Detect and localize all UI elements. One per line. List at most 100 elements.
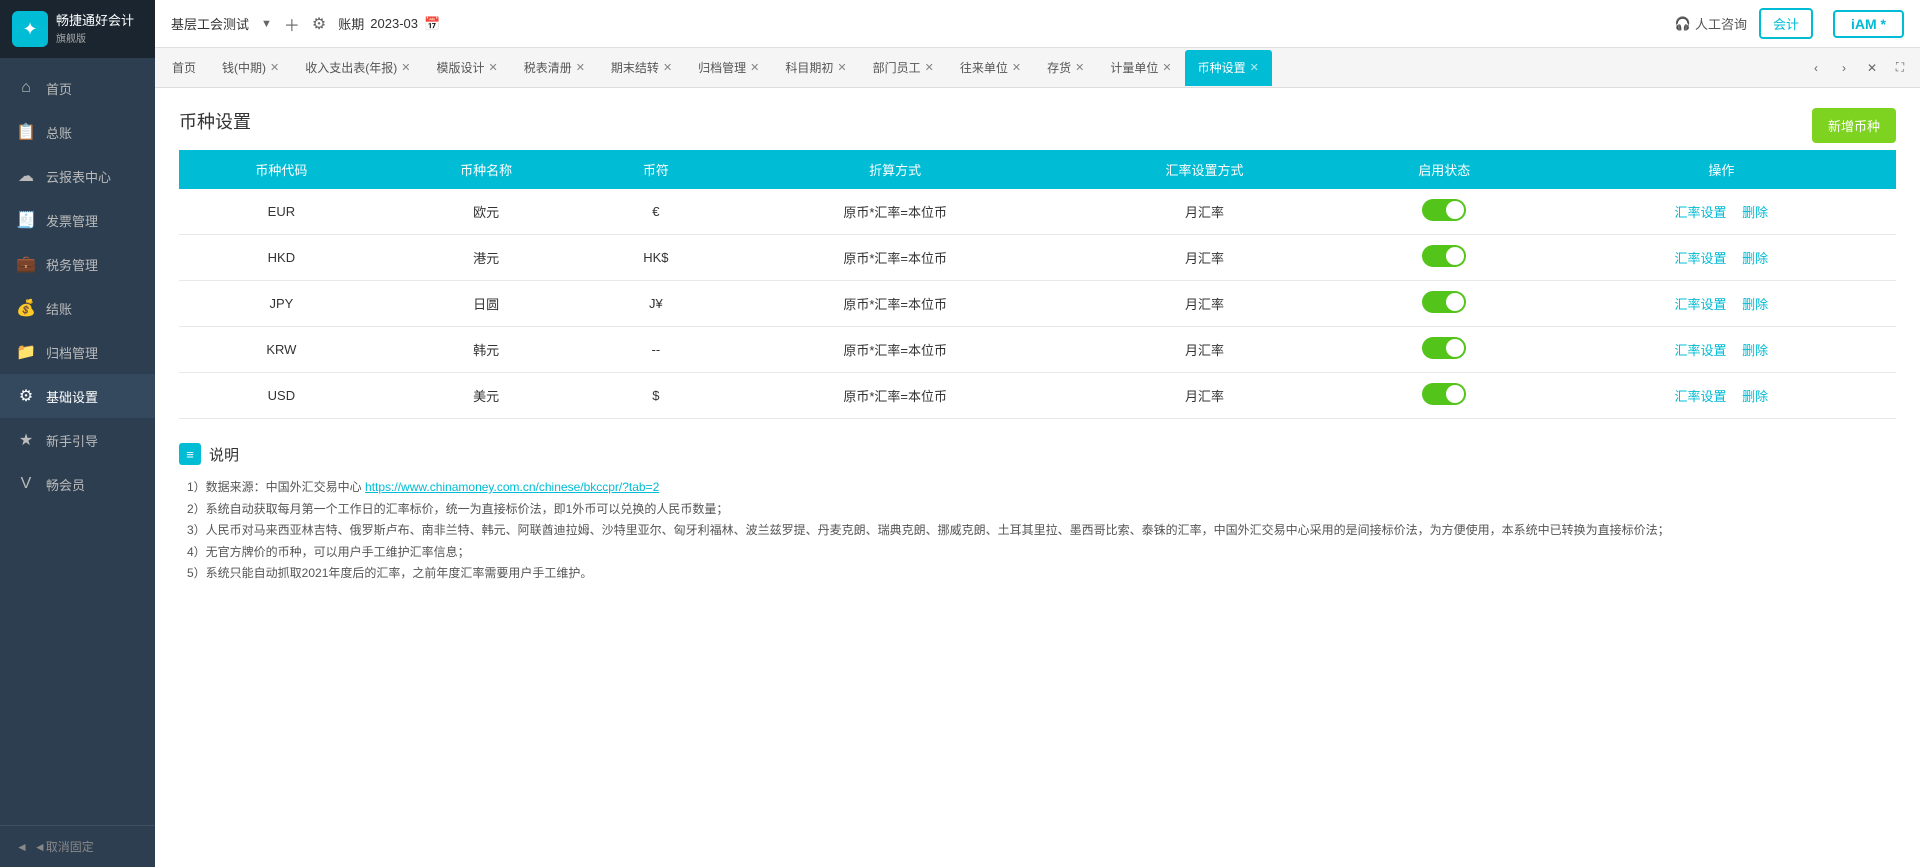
toggle-switch[interactable] (1422, 245, 1466, 267)
note-list: 1）数据来源：中国外汇交易中心 https://www.chinamoney.c… (179, 477, 1896, 585)
tab-close-template[interactable]: ✕ (488, 61, 497, 74)
cell-rate-type: 月汇率 (1067, 373, 1342, 419)
tab-template[interactable]: 模版设计 ✕ (423, 50, 510, 86)
guide-icon: ★ (16, 430, 36, 450)
sidebar-item-invoice[interactable]: 🧾 发票管理 (0, 198, 155, 242)
cell-symbol: HK$ (589, 235, 724, 281)
headset-icon: 🎧 (1675, 16, 1691, 32)
tab-close-all-btn[interactable]: ✕ (1860, 56, 1884, 80)
cell-symbol: $ (589, 373, 724, 419)
tab-partners[interactable]: 往来单位 ✕ (947, 50, 1034, 86)
col-status: 启用状态 (1342, 150, 1547, 189)
toggle-knob (1446, 339, 1464, 357)
topbar: 基层工会测试 ▼ ＋ ⚙ 账期 2023-03 📅 🎧 人工咨询 会计 iAM … (155, 0, 1920, 48)
cell-rate-type: 月汇率 (1067, 327, 1342, 373)
sidebar-item-guide[interactable]: ★ 新手引导 (0, 418, 155, 462)
tab-prev-btn[interactable]: ‹ (1804, 56, 1828, 80)
new-currency-btn[interactable]: 新增币种 (1812, 108, 1896, 143)
note-title: ≡ 说明 (179, 443, 1896, 465)
sidebar-item-archive[interactable]: 📁 归档管理 (0, 330, 155, 374)
delete-link[interactable]: 删除 (1742, 205, 1768, 220)
tab-dept[interactable]: 部门员工 ✕ (860, 50, 947, 86)
cell-name: 韩元 (384, 327, 589, 373)
tab-close-archivemgr[interactable]: ✕ (750, 61, 759, 74)
sidebar-logo: ✦ 畅捷通好会计 旗舰版 (0, 0, 155, 58)
sidebar-pin-toggle[interactable]: ◄ ◄取消固定 (0, 825, 155, 867)
table-row: EUR 欧元 € 原币*汇率=本位币 月汇率 汇率设置 删除 (179, 189, 1896, 235)
tab-period-end[interactable]: 期末结转 ✕ (598, 50, 685, 86)
account-btn[interactable]: 会计 (1759, 8, 1813, 39)
tab-close-taxclear[interactable]: ✕ (576, 61, 585, 74)
tab-budget[interactable]: 钱(中期) ✕ (209, 50, 292, 86)
sidebar-item-reports[interactable]: ☁ 云报表中心 (0, 154, 155, 198)
sidebar-item-ledger[interactable]: 📋 总账 (0, 110, 155, 154)
support-btn[interactable]: 🎧 人工咨询 (1675, 14, 1747, 33)
table-row: KRW 韩元 -- 原币*汇率=本位币 月汇率 汇率设置 删除 (179, 327, 1896, 373)
delete-link[interactable]: 删除 (1742, 389, 1768, 404)
tab-home[interactable]: 首页 (159, 50, 209, 86)
delete-link[interactable]: 删除 (1742, 251, 1768, 266)
col-rate-type: 汇率设置方式 (1067, 150, 1342, 189)
checkout-icon: 💰 (16, 298, 36, 318)
calendar-icon[interactable]: 📅 (424, 16, 440, 32)
cell-method: 原币*汇率=本位币 (723, 373, 1067, 419)
note-link[interactable]: https://www.chinamoney.com.cn/chinese/bk… (365, 480, 659, 494)
rate-setting-link[interactable]: 汇率设置 (1675, 389, 1727, 404)
tab-close-income[interactable]: ✕ (401, 61, 410, 74)
period-label: 账期 2023-03 📅 (338, 14, 440, 33)
add-tab-btn[interactable]: ＋ (284, 12, 300, 36)
tab-close-currency[interactable]: ✕ (1250, 61, 1259, 74)
tab-archivemgr[interactable]: 归档管理 ✕ (685, 50, 772, 86)
rate-setting-link[interactable]: 汇率设置 (1675, 251, 1727, 266)
tab-expand-btn[interactable]: ⛶ (1888, 56, 1912, 80)
tab-close-stock[interactable]: ✕ (1075, 61, 1084, 74)
tab-close-subjects[interactable]: ✕ (837, 61, 846, 74)
tab-close-budget[interactable]: ✕ (270, 61, 279, 74)
tab-subjects[interactable]: 科目期初 ✕ (772, 50, 859, 86)
pin-icon: ◄ (16, 840, 28, 854)
tab-income[interactable]: 收入支出表(年报) ✕ (292, 50, 423, 86)
delete-link[interactable]: 删除 (1742, 343, 1768, 358)
toggle-switch[interactable] (1422, 383, 1466, 405)
note-item-3: 3）人民币对马来西亚林吉特、俄罗斯卢布、南非兰特、韩元、阿联酋迪拉姆、沙特里亚尔… (187, 520, 1896, 542)
settings-btn[interactable]: ⚙ (312, 14, 326, 34)
tab-taxclear[interactable]: 税表清册 ✕ (511, 50, 598, 86)
sidebar-item-home[interactable]: ⌂ 首页 (0, 66, 155, 110)
sidebar: ✦ 畅捷通好会计 旗舰版 ⌂ 首页 📋 总账 ☁ 云报表中心 🧾 发票管理 (0, 0, 155, 867)
cell-actions: 汇率设置 删除 (1547, 189, 1896, 235)
tab-units[interactable]: 计量单位 ✕ (1097, 50, 1184, 86)
toggle-switch[interactable] (1422, 337, 1466, 359)
rate-setting-link[interactable]: 汇率设置 (1675, 343, 1727, 358)
sidebar-item-tax[interactable]: 💼 税务管理 (0, 242, 155, 286)
cell-actions: 汇率设置 删除 (1547, 281, 1896, 327)
tab-close-partners[interactable]: ✕ (1012, 61, 1021, 74)
tab-currency[interactable]: 币种设置 ✕ (1185, 50, 1272, 86)
cell-code: HKD (179, 235, 384, 281)
tab-next-btn[interactable]: › (1832, 56, 1856, 80)
cell-actions: 汇率设置 删除 (1547, 235, 1896, 281)
cell-code: JPY (179, 281, 384, 327)
table-row: JPY 日圆 J¥ 原币*汇率=本位币 月汇率 汇率设置 删除 (179, 281, 1896, 327)
tab-close-dept[interactable]: ✕ (925, 61, 934, 74)
tab-close-period-end[interactable]: ✕ (663, 61, 672, 74)
invoice-icon: 🧾 (16, 210, 36, 230)
sidebar-nav: ⌂ 首页 📋 总账 ☁ 云报表中心 🧾 发票管理 💼 税务管理 💰 结账 (0, 58, 155, 825)
cell-method: 原币*汇率=本位币 (723, 235, 1067, 281)
content-area: 币种设置 新增币种 币种代码 币种名称 币符 折算方式 汇率设置方式 启用状态 … (155, 88, 1920, 867)
table-header: 币种代码 币种名称 币符 折算方式 汇率设置方式 启用状态 操作 (179, 150, 1896, 189)
company-name: 基层工会测试 (171, 14, 249, 33)
sidebar-item-basic[interactable]: ⚙ 基础设置 (0, 374, 155, 418)
sidebar-item-checkout[interactable]: 💰 结账 (0, 286, 155, 330)
toggle-switch[interactable] (1422, 291, 1466, 313)
note-section: ≡ 说明 1）数据来源：中国外汇交易中心 https://www.chinamo… (179, 443, 1896, 585)
sidebar-item-member[interactable]: V 畅会员 (0, 462, 155, 506)
delete-link[interactable]: 删除 (1742, 297, 1768, 312)
tab-close-units[interactable]: ✕ (1162, 61, 1171, 74)
rate-setting-link[interactable]: 汇率设置 (1675, 297, 1727, 312)
iam-btn[interactable]: iAM * (1833, 10, 1904, 38)
company-dropdown[interactable]: ▼ (261, 18, 272, 30)
tab-stock[interactable]: 存货 ✕ (1034, 50, 1097, 86)
toggle-switch[interactable] (1422, 199, 1466, 221)
rate-setting-link[interactable]: 汇率设置 (1675, 205, 1727, 220)
content-header: 币种设置 新增币种 (179, 108, 1896, 134)
